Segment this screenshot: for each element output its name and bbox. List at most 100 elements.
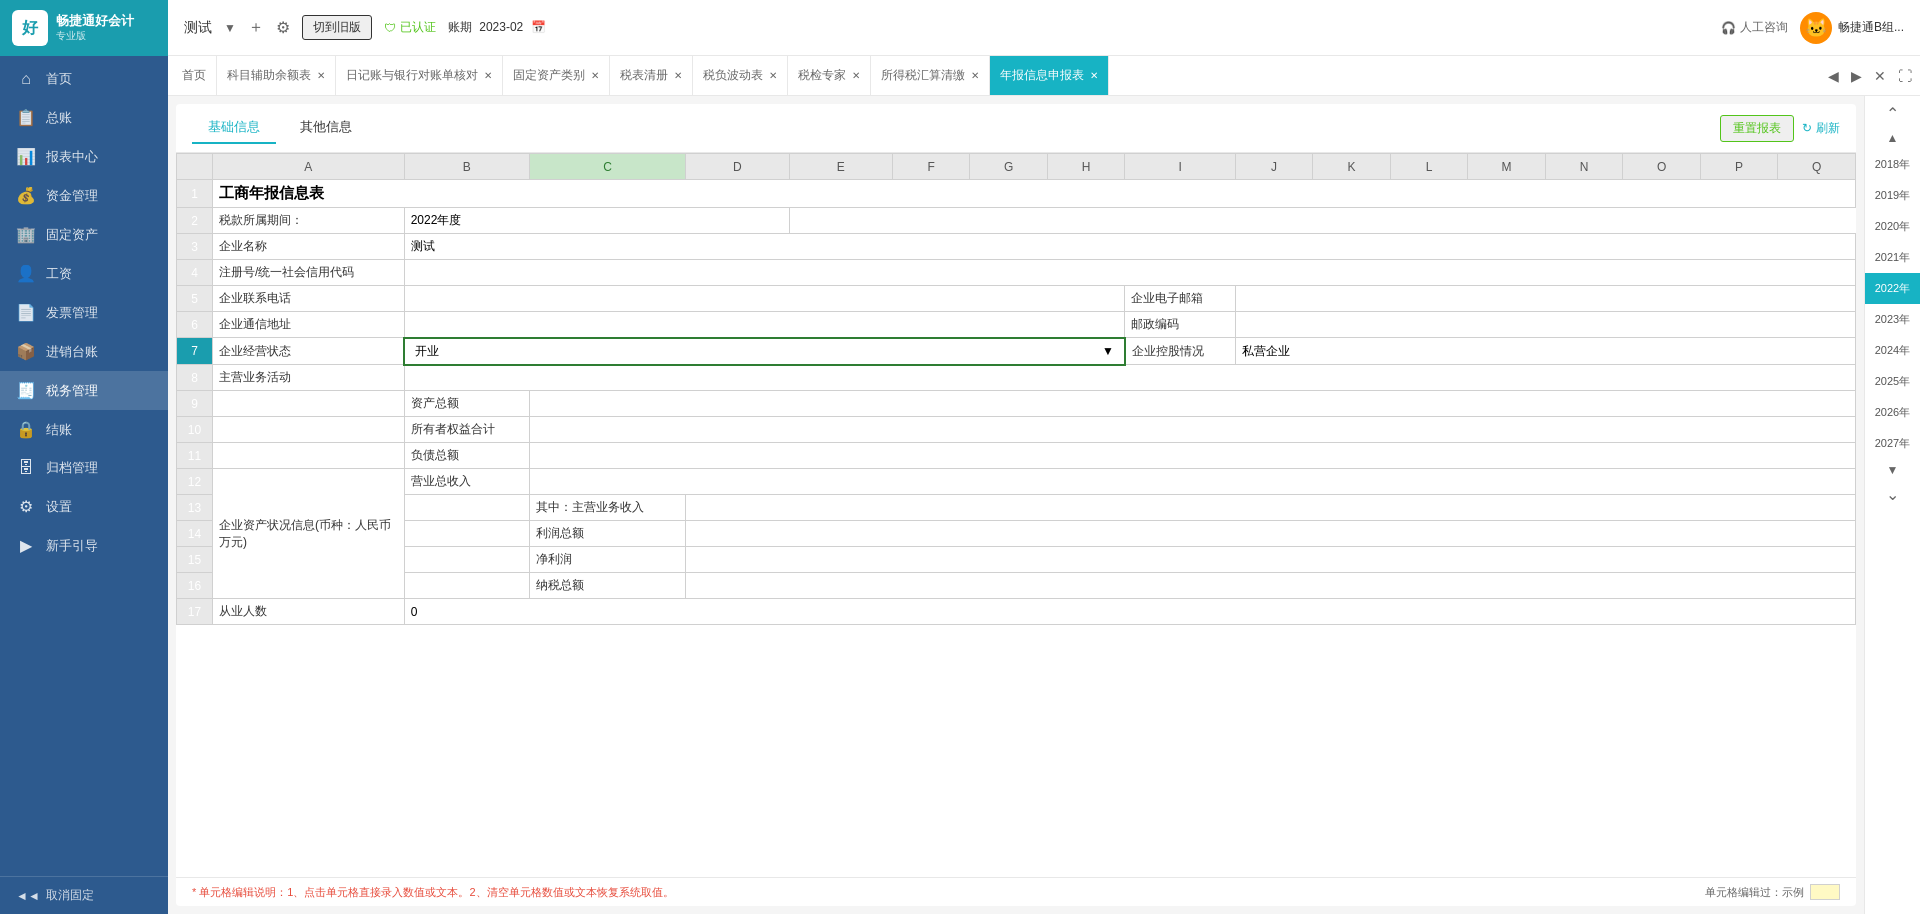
sidebar-item-purchase[interactable]: 📦 进销台账 [0, 332, 168, 371]
sidebar-item-settings[interactable]: ⚙ 设置 [0, 487, 168, 526]
tab-5[interactable]: 税负波动表✕ [693, 56, 788, 96]
example-cell [1810, 884, 1840, 900]
tabbar: 首页科目辅助余额表✕日记账与银行对账单核对✕固定资产类别✕税表清册✕税负波动表✕… [168, 56, 1920, 96]
tab-close-4[interactable]: ✕ [674, 70, 682, 81]
year-item-2027年[interactable]: 2027年 [1865, 428, 1920, 459]
row-9-value[interactable] [529, 391, 1855, 417]
sidebar-item-ledger[interactable]: 📋 总账 [0, 98, 168, 137]
tab-1[interactable]: 科目辅助余额表✕ [217, 56, 336, 96]
tab-7[interactable]: 所得税汇算清缴✕ [871, 56, 990, 96]
sidebar-item-asset[interactable]: 🏢 固定资产 [0, 215, 168, 254]
year-item-2026年[interactable]: 2026年 [1865, 397, 1920, 428]
sidebar-item-guide[interactable]: ▶ 新手引导 [0, 526, 168, 565]
year-item-2024年[interactable]: 2024年 [1865, 335, 1920, 366]
tab-label-2: 日记账与银行对账单核对 [346, 67, 478, 84]
sidebar-item-tax[interactable]: 🧾 税务管理 [0, 371, 168, 410]
row-17-value[interactable]: 0 [404, 599, 1855, 625]
tab-6[interactable]: 税检专家✕ [788, 56, 871, 96]
spreadsheet-wrapper[interactable]: ABCDEFGHIJKLMNOPQ 1工商年报信息表2税款所属期间：2022年度… [176, 153, 1856, 877]
year-item-2020年[interactable]: 2020年 [1865, 211, 1920, 242]
refresh-button[interactable]: ↻ 刷新 [1802, 120, 1840, 137]
year-item-2018年[interactable]: 2018年 [1865, 149, 1920, 180]
year-up-button[interactable]: ⌃ [1865, 100, 1920, 127]
row-15-value[interactable] [686, 547, 1856, 573]
year-item-2021年[interactable]: 2021年 [1865, 242, 1920, 273]
row-8-value[interactable] [404, 365, 1855, 391]
year-scroll-down-button[interactable]: ▼ [1865, 459, 1920, 481]
tab-expand-button[interactable]: ⛶ [1894, 68, 1916, 84]
sidebar-label-wage: 工资 [46, 265, 72, 283]
tab-label-8: 年报信息申报表 [1000, 67, 1084, 84]
row-5-right-value[interactable] [1235, 286, 1855, 312]
sheet-tab-0[interactable]: 基础信息 [192, 112, 276, 144]
tab-0[interactable]: 首页 [172, 56, 217, 96]
tab-4[interactable]: 税表清册✕ [610, 56, 693, 96]
tab-close-all-button[interactable]: ✕ [1870, 68, 1890, 84]
row-6-right-value[interactable] [1235, 312, 1855, 338]
tab-close-8[interactable]: ✕ [1090, 70, 1098, 81]
tab-label-3: 固定资产类别 [513, 67, 585, 84]
col-header-C: C [529, 154, 685, 180]
row-13-value[interactable] [686, 495, 1856, 521]
col-header-O: O [1623, 154, 1701, 180]
topbar-add-btn[interactable]: ＋ [248, 17, 264, 38]
row-7-dropdown[interactable]: 开业▼ [404, 338, 1125, 365]
row-8-label: 主营业务活动 [213, 365, 405, 391]
switch-old-version-button[interactable]: 切到旧版 [302, 15, 372, 40]
reset-report-button[interactable]: 重置报表 [1720, 115, 1794, 142]
table-row: 1工商年报信息表 [177, 180, 1856, 208]
user-menu-button[interactable]: 🐱 畅捷通B组... [1800, 12, 1904, 44]
pin-icon: ◄◄ [16, 889, 40, 903]
sidebar-item-report[interactable]: 📊 报表中心 [0, 137, 168, 176]
tab-prev-button[interactable]: ◀ [1824, 68, 1843, 84]
year-scroll-up-button[interactable]: ▲ [1865, 127, 1920, 149]
year-item-2022年[interactable]: 2022年 [1865, 273, 1920, 304]
tab-next-button[interactable]: ▶ [1847, 68, 1866, 84]
row-number: 17 [177, 599, 213, 625]
row-10-value[interactable] [529, 417, 1855, 443]
sidebar-item-archive[interactable]: 🗄 归档管理 [0, 449, 168, 487]
sidebar-label-fund: 资金管理 [46, 187, 98, 205]
tab-close-6[interactable]: ✕ [852, 70, 860, 81]
row-3-value[interactable]: 测试 [404, 234, 1855, 260]
row-11-value[interactable] [529, 443, 1855, 469]
topbar-settings-btn[interactable]: ⚙ [276, 18, 290, 37]
row-2-value[interactable]: 2022年度 [404, 208, 789, 234]
row-6-value[interactable] [404, 312, 1125, 338]
row-12-value[interactable] [529, 469, 1855, 495]
calendar-icon[interactable]: 📅 [531, 20, 546, 34]
row-5-value[interactable] [404, 286, 1125, 312]
sheet-tab-1[interactable]: 其他信息 [284, 112, 368, 144]
sidebar-item-wage[interactable]: 👤 工资 [0, 254, 168, 293]
sidebar: 好 畅捷通好会计 专业版 ⌂ 首页📋 总账📊 报表中心💰 资金管理🏢 固定资产👤… [0, 0, 168, 914]
topbar-module-title: 测试 [184, 19, 212, 37]
sidebar-item-invoice[interactable]: 📄 发票管理 [0, 293, 168, 332]
sidebar-item-close[interactable]: 🔒 结账 [0, 410, 168, 449]
tab-close-5[interactable]: ✕ [769, 70, 777, 81]
col-header-A: A [213, 154, 405, 180]
row-number: 9 [177, 391, 213, 417]
row-16-value[interactable] [686, 573, 1856, 599]
year-item-2025年[interactable]: 2025年 [1865, 366, 1920, 397]
customer-service-button[interactable]: 🎧 人工咨询 [1721, 19, 1788, 36]
tab-close-1[interactable]: ✕ [317, 70, 325, 81]
row-number: 6 [177, 312, 213, 338]
topbar-dropdown-btn[interactable]: ▼ [224, 21, 236, 35]
year-item-2019年[interactable]: 2019年 [1865, 180, 1920, 211]
sidebar-icon-report: 📊 [16, 147, 36, 166]
sidebar-item-home[interactable]: ⌂ 首页 [0, 60, 168, 98]
row-4-value[interactable] [404, 260, 1855, 286]
tab-close-2[interactable]: ✕ [484, 70, 492, 81]
cancel-fix-button[interactable]: ◄◄ 取消固定 [16, 887, 152, 904]
tab-2[interactable]: 日记账与银行对账单核对 ✕ [336, 56, 503, 96]
year-down-button[interactable]: ⌄ [1865, 481, 1920, 508]
tab-8[interactable]: 年报信息申报表 ✕ [990, 56, 1109, 96]
row-14-col-a [404, 521, 529, 547]
tab-close-3[interactable]: ✕ [591, 70, 599, 81]
row-14-value[interactable] [686, 521, 1856, 547]
sidebar-item-fund[interactable]: 💰 资金管理 [0, 176, 168, 215]
tab-3[interactable]: 固定资产类别 ✕ [503, 56, 610, 96]
app-logo-icon: 好 [12, 10, 48, 46]
year-item-2023年[interactable]: 2023年 [1865, 304, 1920, 335]
tab-close-7[interactable]: ✕ [971, 70, 979, 81]
